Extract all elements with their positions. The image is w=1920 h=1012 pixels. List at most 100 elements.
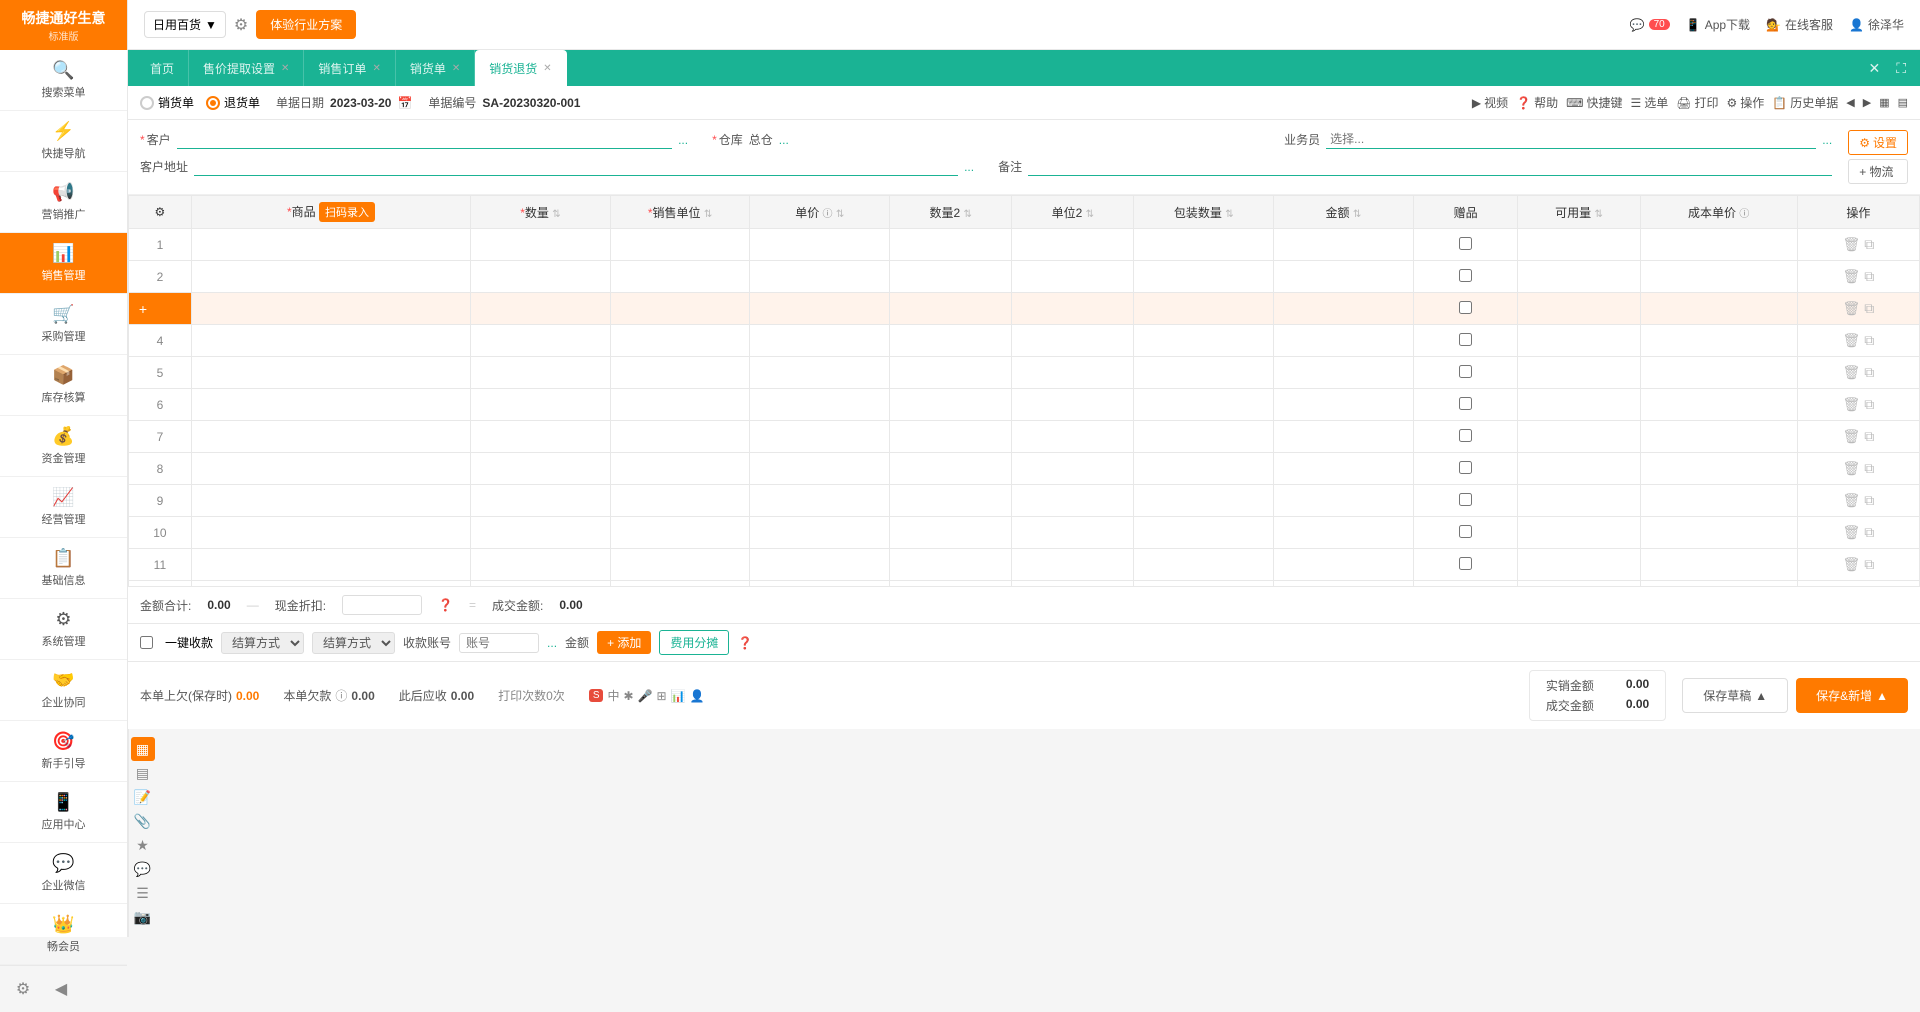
history-btn[interactable]: 📋 历史单据 <box>1772 94 1838 111</box>
amount-cell-7[interactable] <box>1274 421 1414 453</box>
copy-btn-8[interactable]: ⧉ <box>1864 460 1874 477</box>
tab-close-sale-return[interactable]: ✕ <box>543 63 551 74</box>
price-cell-11[interactable] <box>750 549 890 581</box>
delete-btn-5[interactable]: 🗑 <box>1842 364 1860 381</box>
pkg-cell-6[interactable] <box>1134 389 1274 421</box>
pkg-cell-7[interactable] <box>1134 421 1274 453</box>
delete-btn-7[interactable]: 🗑 <box>1842 428 1860 445</box>
goods-cell-3[interactable] <box>191 293 470 325</box>
pkg-cell-5[interactable] <box>1134 357 1274 389</box>
price-cell-7[interactable] <box>750 421 890 453</box>
gift-cell-3[interactable] <box>1413 293 1518 325</box>
qty-cell-8[interactable] <box>471 453 611 485</box>
cost-cell-6[interactable] <box>1640 389 1797 421</box>
unit-cell-4[interactable] <box>610 325 750 357</box>
gift-check-3[interactable] <box>1459 301 1472 314</box>
avail-cell-9[interactable] <box>1518 485 1640 517</box>
avail-cell-11[interactable] <box>1518 549 1640 581</box>
qty-cell-2[interactable] <box>471 261 611 293</box>
calc-method-select[interactable]: 结算方式 <box>312 632 395 654</box>
daily-goods-select[interactable]: 日用百货 ▼ <box>144 11 226 38</box>
right-panel-attach[interactable]: 📎 <box>131 809 155 833</box>
delete-btn-11[interactable]: 🗑 <box>1842 556 1860 573</box>
goods-cell-4[interactable] <box>191 325 470 357</box>
messages-btn[interactable]: 💬 70 <box>1630 18 1670 32</box>
shortcut-btn[interactable]: ⌨ 快捷键 <box>1566 94 1622 111</box>
staff-input[interactable] <box>1326 130 1816 149</box>
unit2-cell-9[interactable] <box>1012 485 1134 517</box>
address-input[interactable] <box>194 157 958 176</box>
qty2-cell-7[interactable] <box>890 421 1012 453</box>
unit-cell-3[interactable] <box>610 293 750 325</box>
qty-cell-11[interactable] <box>471 549 611 581</box>
unit2-cell-3[interactable] <box>1012 293 1134 325</box>
delete-btn-1[interactable]: 🗑 <box>1842 236 1860 253</box>
select-btn[interactable]: ☰ 选单 <box>1630 94 1668 111</box>
settings-icon[interactable]: ⚙ <box>234 15 248 35</box>
gift-cell-4[interactable] <box>1413 325 1518 357</box>
tab-sale-price[interactable]: 售价提取设置✕ <box>189 50 304 86</box>
amount-cell-11[interactable] <box>1274 549 1414 581</box>
view-mode2-btn[interactable]: ▤ <box>1898 96 1908 109</box>
price-cell-2[interactable] <box>750 261 890 293</box>
sidebar-item-marketing[interactable]: 📢营销推广 <box>0 172 127 233</box>
unit2-cell-4[interactable] <box>1012 325 1134 357</box>
help-btn[interactable]: ❓ 帮助 <box>1516 94 1558 111</box>
customer-dots[interactable]: ... <box>678 133 688 147</box>
customer-input[interactable] <box>177 130 672 149</box>
qty2-cell-11[interactable] <box>890 549 1012 581</box>
right-panel-grid2[interactable]: ▤ <box>131 761 155 785</box>
goods-cell-11[interactable] <box>191 549 470 581</box>
amount-cell-9[interactable] <box>1274 485 1414 517</box>
copy-btn-10[interactable]: ⧉ <box>1864 524 1874 541</box>
qty2-cell-2[interactable] <box>890 261 1012 293</box>
gift-check-4[interactable] <box>1459 333 1472 346</box>
price-cell-8[interactable] <box>750 453 890 485</box>
amount-cell-8[interactable] <box>1274 453 1414 485</box>
qty-cell-7[interactable] <box>471 421 611 453</box>
tab-close-sale-order[interactable]: ✕ <box>372 63 380 74</box>
qty-cell-3[interactable] <box>471 293 611 325</box>
qty2-cell-8[interactable] <box>890 453 1012 485</box>
pkg-cell-11[interactable] <box>1134 549 1274 581</box>
unit-cell-7[interactable] <box>610 421 750 453</box>
sidebar-item-sales[interactable]: 📊销售管理 <box>0 233 127 294</box>
price-cell-4[interactable] <box>750 325 890 357</box>
account-input[interactable] <box>459 633 539 653</box>
goods-cell-5[interactable] <box>191 357 470 389</box>
avail-cell-2[interactable] <box>1518 261 1640 293</box>
account-dots[interactable]: ... <box>547 636 557 650</box>
unit-cell-6[interactable] <box>610 389 750 421</box>
cost-cell-10[interactable] <box>1640 517 1797 549</box>
amount-cell-6[interactable] <box>1274 389 1414 421</box>
copy-btn-11[interactable]: ⧉ <box>1864 556 1874 573</box>
sidebar-item-inventory[interactable]: 📦库存核算 <box>0 355 127 416</box>
sidebar-item-purchase[interactable]: 🛒采购管理 <box>0 294 127 355</box>
unit-cell-10[interactable] <box>610 517 750 549</box>
price-cell-5[interactable] <box>750 357 890 389</box>
sidebar-item-system[interactable]: ⚙系统管理 <box>0 599 127 660</box>
trial-btn[interactable]: 体验行业方案 <box>256 10 356 39</box>
delete-btn-3[interactable]: 🗑 <box>1842 300 1860 317</box>
cost-cell-3[interactable] <box>1640 293 1797 325</box>
unit2-cell-10[interactable] <box>1012 517 1134 549</box>
goods-cell-6[interactable] <box>191 389 470 421</box>
logistics-btn[interactable]: + 物流 <box>1848 159 1908 184</box>
calendar-icon[interactable]: 📅 <box>397 96 412 110</box>
print-btn[interactable]: 🖨 打印 <box>1676 94 1718 111</box>
qty2-cell-3[interactable] <box>890 293 1012 325</box>
tab-sale-return[interactable]: 销货退货✕ <box>475 50 566 86</box>
view-mode1-btn[interactable]: ▦ <box>1879 96 1889 109</box>
video-btn[interactable]: ▶ 视频 <box>1472 94 1508 111</box>
sidebar-item-operation[interactable]: 📈经营管理 <box>0 477 127 538</box>
qty2-cell-6[interactable] <box>890 389 1012 421</box>
gift-cell-7[interactable] <box>1413 421 1518 453</box>
discount-input[interactable] <box>342 595 422 615</box>
gift-cell-6[interactable] <box>1413 389 1518 421</box>
avail-cell-3[interactable] <box>1518 293 1640 325</box>
save-draft-btn[interactable]: 保存草稿 ▲ <box>1682 678 1788 713</box>
price-cell-3[interactable] <box>750 293 890 325</box>
pkg-cell-3[interactable] <box>1134 293 1274 325</box>
copy-btn-1[interactable]: ⧉ <box>1864 236 1874 253</box>
cost-cell-9[interactable] <box>1640 485 1797 517</box>
